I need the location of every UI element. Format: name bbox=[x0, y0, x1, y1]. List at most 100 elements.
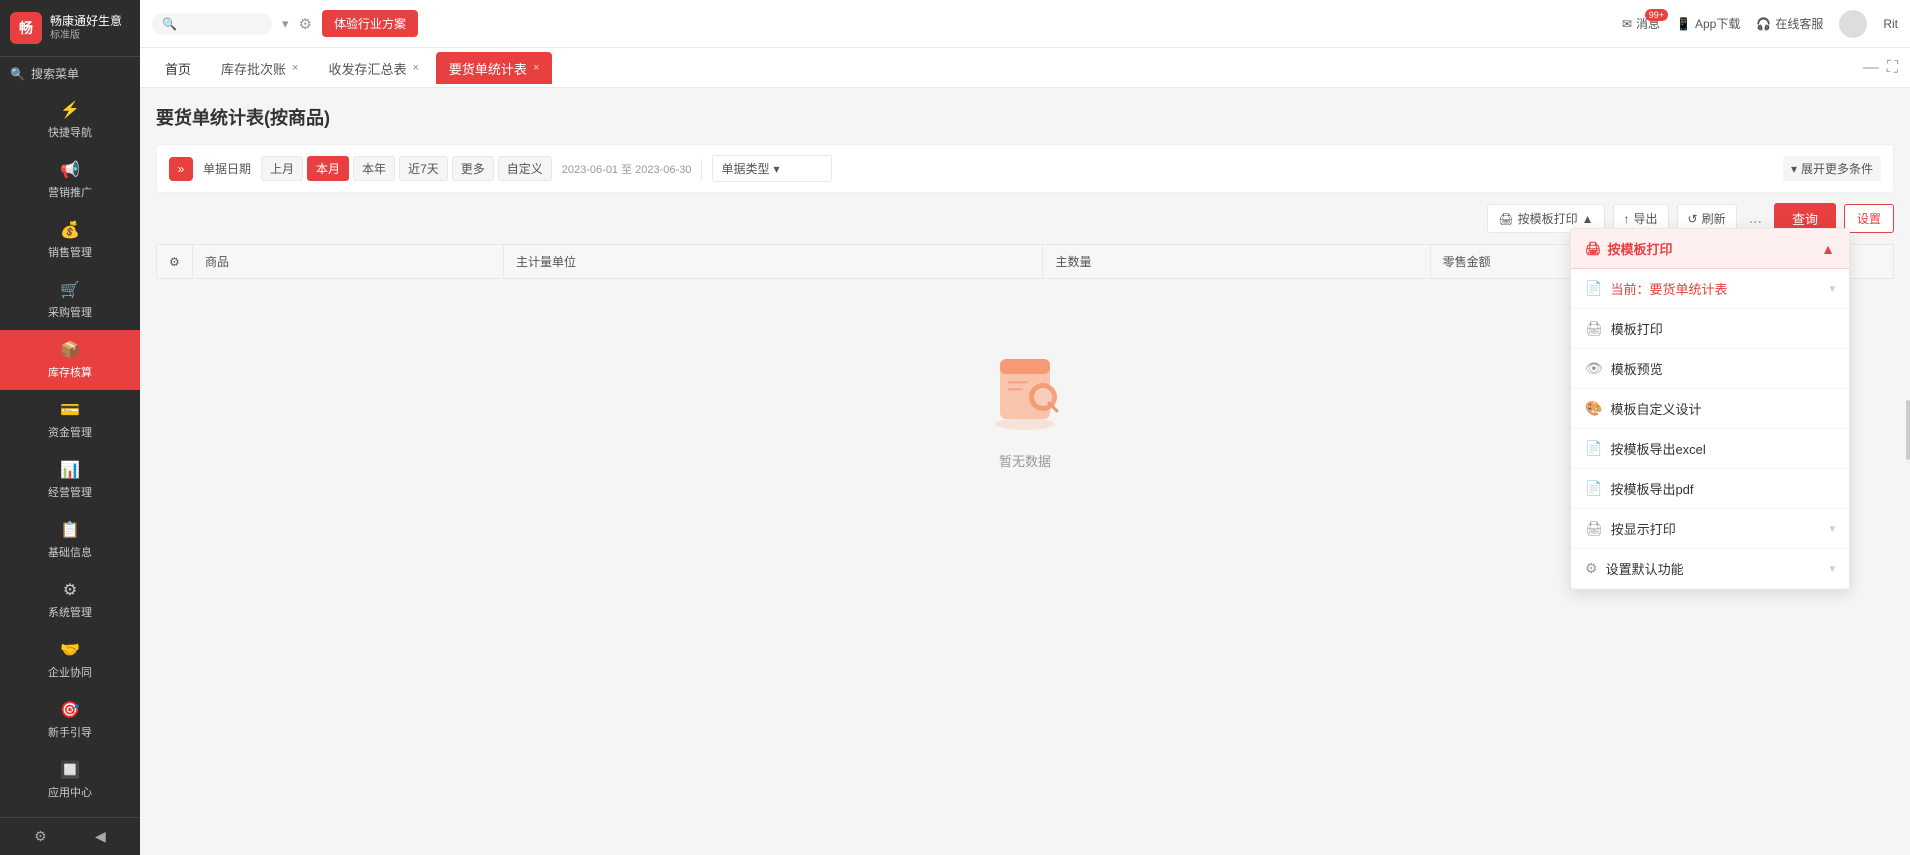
scrollbar-indicator[interactable] bbox=[1906, 400, 1910, 460]
print-dropdown-current[interactable]: 📄 当前：要货单统计表 ▾ bbox=[1571, 269, 1849, 309]
topbar-gear-icon[interactable]: ⚙ bbox=[299, 15, 312, 33]
tab-close-order-stats[interactable]: × bbox=[533, 62, 539, 74]
filter-right-section: ▾ 展开更多条件 bbox=[1783, 156, 1881, 181]
phone-icon: 📱 bbox=[1676, 17, 1691, 31]
date-prev-month[interactable]: 上月 bbox=[261, 156, 303, 181]
logo-text: 畅康通好生意 标准版 bbox=[50, 14, 122, 43]
expand-arrow-icon: ▾ bbox=[1791, 162, 1797, 176]
table-col-goods: 商品 bbox=[193, 245, 504, 279]
tab-expand-icon[interactable]: ⛶ bbox=[1887, 59, 1898, 77]
sidebar-item-basic[interactable]: 📋 基础信息 bbox=[0, 510, 140, 570]
date-custom[interactable]: 自定义 bbox=[498, 156, 552, 181]
sidebar-item-wechat[interactable]: 💬 企业微信 bbox=[0, 810, 140, 817]
date-last-7-days[interactable]: 近7天 bbox=[399, 156, 448, 181]
export-pdf-icon: 📄 bbox=[1585, 480, 1602, 497]
menu-toggle-icon[interactable]: ◀ bbox=[95, 828, 106, 845]
guide-icon: 🎯 bbox=[60, 700, 80, 720]
expand-more-button[interactable]: ▾ 展开更多条件 bbox=[1783, 156, 1881, 181]
tab-order-stats[interactable]: 要货单统计表 × bbox=[436, 52, 552, 84]
current-item-label: 当前：要货单统计表 bbox=[1610, 279, 1821, 298]
marketing-icon: 📢 bbox=[60, 160, 80, 180]
current-item-arrow: ▾ bbox=[1829, 282, 1835, 295]
sidebar-nav: ⚡ 快捷导航 📢 营销推广 💰 销售管理 🛒 采购管理 📦 库存核算 💳 资金管… bbox=[0, 90, 140, 817]
tabbar-actions: — ⛶ bbox=[1863, 59, 1898, 77]
sidebar-item-collab[interactable]: 🤝 企业协同 bbox=[0, 630, 140, 690]
page-content: 要货单统计表(按商品) » 单据日期 上月 本月 本年 近7天 更多 自定义 2… bbox=[140, 88, 1910, 855]
filter-bar: » 单据日期 上月 本月 本年 近7天 更多 自定义 2023-06-01 至 … bbox=[156, 144, 1894, 193]
empty-text: 暂无数据 bbox=[999, 451, 1051, 470]
print-dropdown-display-print[interactable]: 🖨 按显示打印 ▾ bbox=[1571, 509, 1849, 549]
settings-footer-icon[interactable]: ⚙ bbox=[34, 828, 47, 845]
tab-close-batch-account[interactable]: × bbox=[292, 62, 298, 74]
set-default-icon: ⚙ bbox=[1585, 560, 1598, 577]
template-print-icon: 🖨 bbox=[1585, 320, 1603, 337]
tab-batch-account[interactable]: 库存批次账 × bbox=[208, 52, 311, 84]
print-arrow-up-icon: ▲ bbox=[1582, 212, 1594, 226]
date-current-year[interactable]: 本年 bbox=[353, 156, 395, 181]
sidebar-item-sales[interactable]: 💰 销售管理 bbox=[0, 210, 140, 270]
print-dropdown-set-default[interactable]: ⚙ 设置默认功能 ▾ bbox=[1571, 549, 1849, 589]
logo-icon: 畅 bbox=[10, 12, 42, 44]
sidebar-item-inventory[interactable]: 📦 库存核算 bbox=[0, 330, 140, 390]
sidebar-item-system[interactable]: ⚙ 系统管理 bbox=[0, 570, 140, 630]
topbar-search[interactable]: 🔍 bbox=[152, 13, 272, 35]
username-label[interactable]: Rit bbox=[1883, 17, 1898, 31]
tab-home[interactable]: 首页 bbox=[152, 52, 204, 84]
settings-button[interactable]: 设置 bbox=[1844, 204, 1894, 233]
operation-icon: 📊 bbox=[60, 460, 80, 480]
tab-minimize-icon[interactable]: — bbox=[1863, 59, 1879, 77]
date-current-month[interactable]: 本月 bbox=[307, 156, 349, 181]
online-service-button[interactable]: 🎧 在线客服 bbox=[1756, 15, 1823, 32]
date-range-display: 2023-06-01 至 2023-06-30 bbox=[562, 161, 692, 177]
purchase-icon: 🛒 bbox=[60, 280, 80, 300]
export-excel-icon: 📄 bbox=[1585, 440, 1602, 457]
sidebar-item-quick-nav[interactable]: ⚡ 快捷导航 bbox=[0, 90, 140, 150]
tab-close-receipt-summary[interactable]: × bbox=[412, 62, 418, 74]
print-dropdown-template-print[interactable]: 🖨 模板打印 bbox=[1571, 309, 1849, 349]
topbar-dropdown[interactable]: ▾ bbox=[282, 16, 289, 32]
apps-icon: 🔲 bbox=[60, 760, 80, 780]
app-download-button[interactable]: 📱 App下载 bbox=[1676, 15, 1740, 32]
display-print-arrow: ▾ bbox=[1829, 522, 1835, 535]
print-dropdown-export-excel[interactable]: 📄 按模板导出excel bbox=[1571, 429, 1849, 469]
template-preview-icon: 👁 bbox=[1585, 360, 1603, 377]
print-dropdown-title: 🖨 按模板打印 bbox=[1585, 239, 1673, 258]
user-avatar[interactable] bbox=[1839, 10, 1867, 38]
print-dropdown-collapse[interactable]: ▲ bbox=[1821, 241, 1835, 257]
print-dropdown-export-pdf[interactable]: 📄 按模板导出pdf bbox=[1571, 469, 1849, 509]
finance-icon: 💳 bbox=[60, 400, 80, 420]
current-item-icon: 📄 bbox=[1585, 280, 1602, 297]
sidebar-item-operation[interactable]: 📊 经营管理 bbox=[0, 450, 140, 510]
page-title: 要货单统计表(按商品) bbox=[156, 104, 1894, 130]
system-icon: ⚙ bbox=[63, 580, 77, 600]
sidebar-search[interactable]: 🔍 搜索菜单 bbox=[0, 57, 140, 90]
search-topbar-icon: 🔍 bbox=[162, 17, 177, 31]
sidebar-item-apps[interactable]: 🔲 应用中心 bbox=[0, 750, 140, 810]
print-dropdown-template-custom[interactable]: 🎨 模板自定义设计 bbox=[1571, 389, 1849, 429]
empty-icon bbox=[975, 339, 1075, 439]
sidebar-logo: 畅 畅康通好生意 标准版 bbox=[0, 0, 140, 57]
sales-icon: 💰 bbox=[60, 220, 80, 240]
print-dropdown-icon: 🖨 bbox=[1585, 241, 1602, 257]
export-icon: ↑ bbox=[1624, 212, 1630, 226]
table-settings-icon[interactable]: ⚙ bbox=[169, 255, 180, 269]
set-default-arrow: ▾ bbox=[1829, 562, 1835, 575]
refresh-icon: ↺ bbox=[1688, 212, 1698, 226]
sidebar-item-purchase[interactable]: 🛒 采购管理 bbox=[0, 270, 140, 330]
main-content: 🔍 ▾ ⚙ 体验行业方案 ✉ 消息 99+ 📱 App下载 🎧 在线客服 Rit bbox=[140, 0, 1910, 855]
date-filter-label: 单据日期 bbox=[203, 160, 251, 177]
sidebar-item-marketing[interactable]: 📢 营销推广 bbox=[0, 150, 140, 210]
trial-button[interactable]: 体验行业方案 bbox=[322, 10, 418, 37]
tab-receipt-summary[interactable]: 收发存汇总表 × bbox=[315, 52, 431, 84]
date-filter-buttons: 上月 本月 本年 近7天 更多 自定义 bbox=[261, 156, 552, 181]
type-filter-select[interactable]: 单据类型 ▾ bbox=[712, 155, 832, 182]
sidebar-item-guide[interactable]: 🎯 新手引导 bbox=[0, 690, 140, 750]
date-more[interactable]: 更多 bbox=[452, 156, 494, 181]
search-icon: 🔍 bbox=[10, 67, 25, 81]
print-dropdown-template-preview[interactable]: 👁 模板预览 bbox=[1571, 349, 1849, 389]
topbar-right: ✉ 消息 99+ 📱 App下载 🎧 在线客服 Rit bbox=[1622, 10, 1898, 38]
filter-expand-icon[interactable]: » bbox=[169, 157, 193, 181]
collab-icon: 🤝 bbox=[60, 640, 80, 660]
sidebar-item-finance[interactable]: 💳 资金管理 bbox=[0, 390, 140, 450]
messages-button[interactable]: ✉ 消息 99+ bbox=[1622, 15, 1660, 32]
